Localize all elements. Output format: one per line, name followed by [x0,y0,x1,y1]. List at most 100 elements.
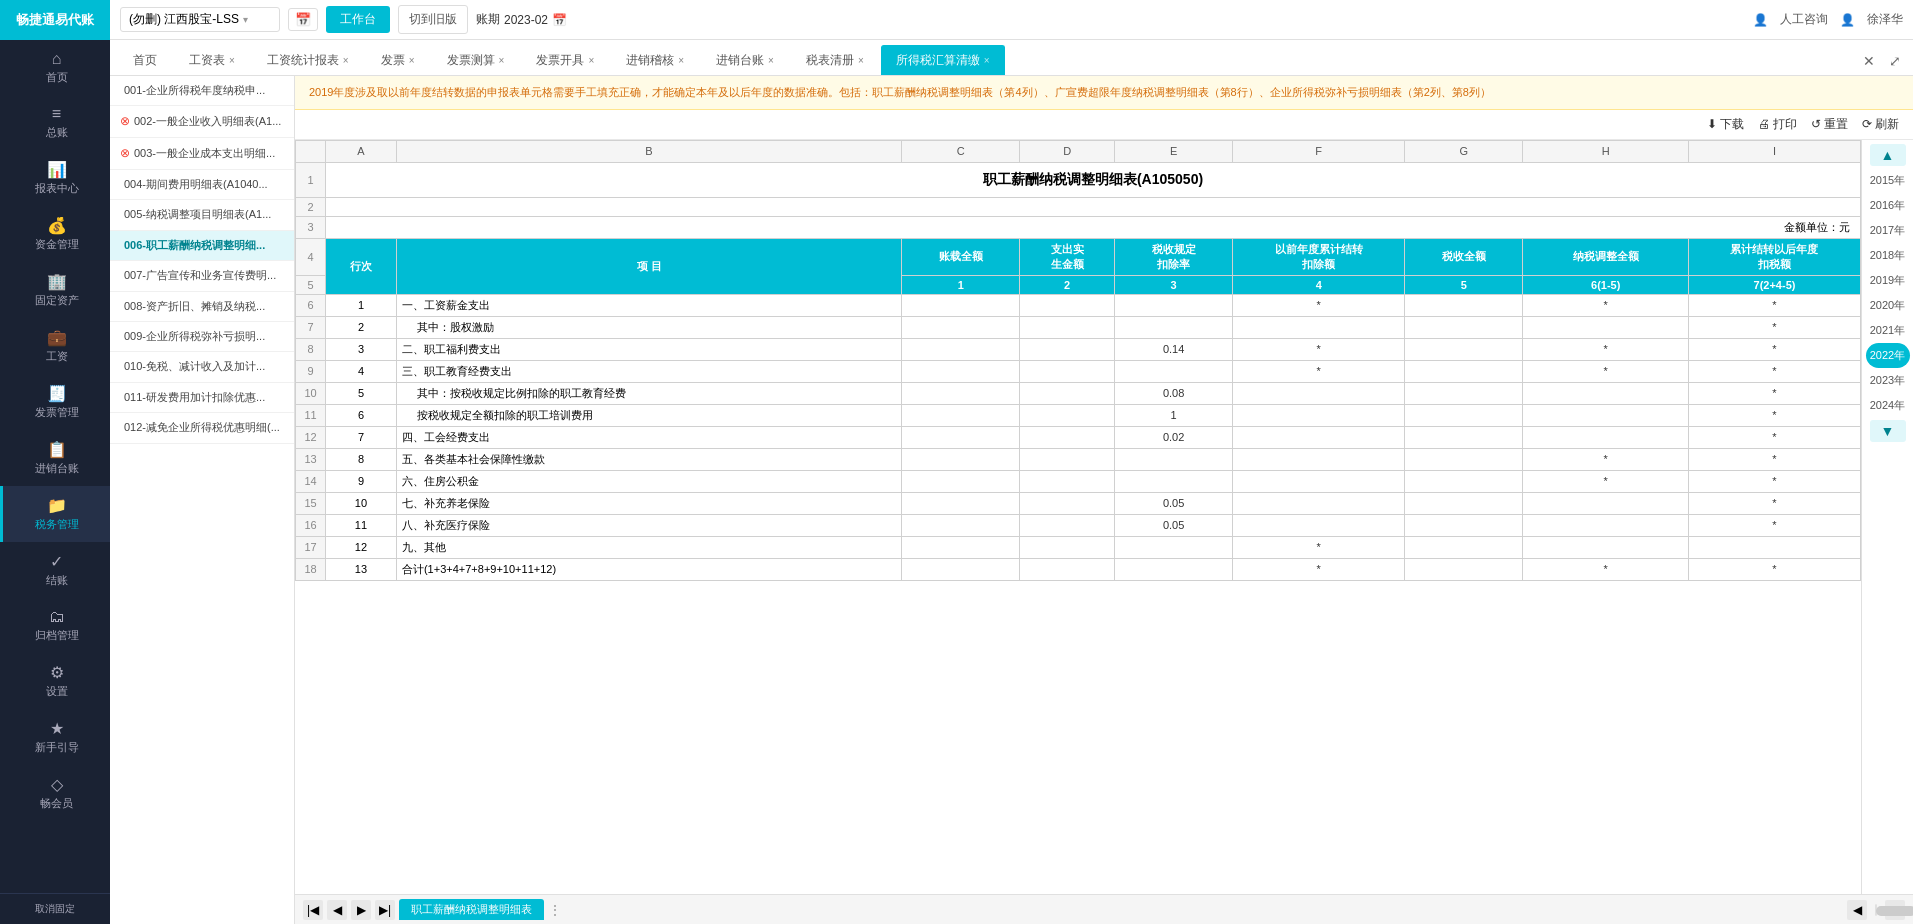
cell-c6[interactable] [1523,426,1689,448]
cell-c5[interactable] [1405,360,1523,382]
list-item-012[interactable]: 012-减免企业所得税优惠明细(... [110,413,294,443]
tab-purchase-ledger-close[interactable]: × [768,55,774,66]
sidebar-item-settings[interactable]: ⚙ 设置 [0,653,110,709]
print-btn[interactable]: 🖨 打印 [1758,116,1797,133]
scroll-left-btn[interactable]: ◀ [1847,900,1867,920]
calendar-btn[interactable]: 📅 [288,8,318,31]
cell-c4[interactable]: * [1233,360,1405,382]
cell-c2[interactable] [1020,382,1115,404]
cell-c3[interactable]: 0.02 [1114,426,1232,448]
cell-c1[interactable] [902,404,1020,426]
cell-c6[interactable]: * [1523,558,1689,580]
cell-c5[interactable] [1405,536,1523,558]
sidebar-item-report[interactable]: 📊 报表中心 [0,150,110,206]
cell-c2[interactable] [1020,338,1115,360]
cell-c4[interactable]: * [1233,294,1405,316]
year-nav-item-2015[interactable]: 2015年 [1866,168,1910,193]
cell-c7[interactable]: * [1688,426,1860,448]
sheet-more-btn[interactable]: ⋮ [548,902,562,918]
sidebar-item-home[interactable]: ⌂ 首页 [0,40,110,95]
cell-c7[interactable]: * [1688,316,1860,338]
tab-invoice-close[interactable]: × [409,55,415,66]
year-nav-item-2017[interactable]: 2017年 [1866,218,1910,243]
list-item-009[interactable]: 009-企业所得税弥补亏损明... [110,322,294,352]
cell-c6[interactable]: * [1523,294,1689,316]
cell-c5[interactable] [1405,558,1523,580]
cell-c5[interactable] [1405,426,1523,448]
cell-c4[interactable] [1233,492,1405,514]
cell-c7[interactable]: * [1688,492,1860,514]
cell-c2[interactable] [1020,514,1115,536]
sidebar-item-member[interactable]: ◇ 畅会员 [0,765,110,821]
sheet-nav-prev-btn[interactable]: ◀ [327,900,347,920]
workbench-button[interactable]: 工作台 [326,6,390,33]
cell-c5[interactable] [1405,448,1523,470]
cell-c3[interactable]: 0.05 [1114,492,1232,514]
cell-c7[interactable]: * [1688,558,1860,580]
tab-invoice-open-close[interactable]: × [588,55,594,66]
cell-c4[interactable] [1233,514,1405,536]
cell-c2[interactable] [1020,404,1115,426]
cell-c1[interactable] [902,536,1020,558]
cell-c3[interactable] [1114,448,1232,470]
sidebar-item-settle[interactable]: ✓ 结账 [0,542,110,598]
tab-invoice-calc-close[interactable]: × [499,55,505,66]
sidebar-item-assets[interactable]: 🏢 固定资产 [0,262,110,318]
list-item-007[interactable]: 007-广告宣传和业务宣传费明... [110,261,294,291]
cell-c6[interactable]: * [1523,338,1689,360]
cell-c1[interactable] [902,558,1020,580]
cell-c3[interactable] [1114,536,1232,558]
cell-c6[interactable] [1523,514,1689,536]
close-all-tabs-btn[interactable]: ✕ [1859,51,1879,71]
bottom-sheet-tab[interactable]: 职工薪酬纳税调整明细表 [399,899,544,920]
sidebar-item-tax[interactable]: 📁 税务管理 [0,486,110,542]
cell-c3[interactable] [1114,470,1232,492]
cell-c6[interactable]: * [1523,448,1689,470]
sheet-nav-last-btn[interactable]: ▶| [375,900,395,920]
cell-c6[interactable] [1523,382,1689,404]
list-item-006[interactable]: 006-职工薪酬纳税调整明细... [110,231,294,261]
cell-c4[interactable] [1233,316,1405,338]
horizontal-scrollbar[interactable] [1875,904,1877,916]
cell-c6[interactable] [1523,404,1689,426]
tab-income-tax-close[interactable]: × [984,55,990,66]
cell-c1[interactable] [902,316,1020,338]
cancel-fixed-btn[interactable]: 取消固定 [0,894,110,924]
cell-c2[interactable] [1020,558,1115,580]
list-item-001[interactable]: 001-企业所得税年度纳税申... [110,76,294,106]
spreadsheet-wrap[interactable]: A B C D E F G H I [295,140,1913,895]
year-nav-item-2019[interactable]: 2019年 [1866,268,1910,293]
cell-c2[interactable] [1020,426,1115,448]
cell-c1[interactable] [902,514,1020,536]
cell-c5[interactable] [1405,404,1523,426]
list-item-004[interactable]: 004-期间费用明细表(A1040... [110,170,294,200]
cell-c5[interactable] [1405,338,1523,360]
year-nav-item-2020[interactable]: 2020年 [1866,293,1910,318]
cell-c2[interactable] [1020,470,1115,492]
cell-c2[interactable] [1020,294,1115,316]
cell-c7[interactable]: * [1688,448,1860,470]
list-item-008[interactable]: 008-资产折旧、摊销及纳税... [110,292,294,322]
cell-c3[interactable]: 0.14 [1114,338,1232,360]
cell-c7[interactable]: * [1688,470,1860,492]
cell-c7[interactable]: * [1688,514,1860,536]
cell-c2[interactable] [1020,316,1115,338]
cell-c1[interactable] [902,448,1020,470]
cell-c6[interactable]: * [1523,360,1689,382]
cell-c4[interactable] [1233,426,1405,448]
sidebar-item-guide[interactable]: ★ 新手引导 [0,709,110,765]
cell-c7[interactable]: * [1688,338,1860,360]
cell-c4[interactable] [1233,382,1405,404]
tab-invoice-open[interactable]: 发票开具 × [521,45,609,75]
cell-c3[interactable] [1114,316,1232,338]
cell-c6[interactable]: * [1523,470,1689,492]
cell-c6[interactable] [1523,492,1689,514]
year-nav-item-2022[interactable]: 2022年 [1866,343,1910,368]
cell-c4[interactable]: * [1233,536,1405,558]
cell-c2[interactable] [1020,448,1115,470]
cell-c5[interactable] [1405,316,1523,338]
cell-c7[interactable] [1688,536,1860,558]
tab-invoice-calc[interactable]: 发票测算 × [432,45,520,75]
cell-c3[interactable]: 0.05 [1114,514,1232,536]
tab-tax-list[interactable]: 税表清册 × [791,45,879,75]
